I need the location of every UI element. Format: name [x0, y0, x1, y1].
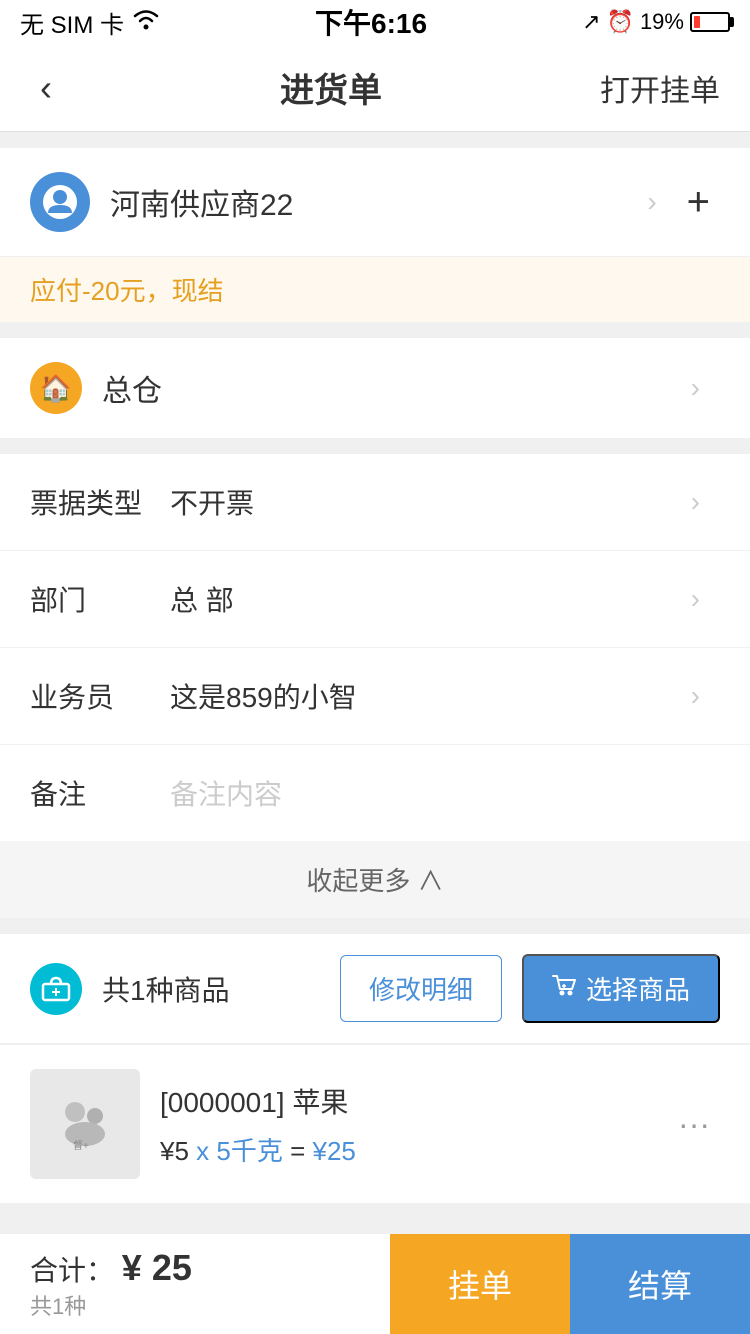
notice-bar: 应付-20元，现结 — [0, 257, 750, 322]
status-left: 无 SIM 卡 — [20, 5, 160, 40]
supplier-row[interactable]: 河南供应商22 › + — [0, 148, 750, 257]
carrier-text: 无 SIM 卡 — [20, 5, 124, 40]
total-label: 合计： — [30, 1255, 114, 1286]
salesperson-value: 这是859的小智 — [150, 676, 691, 716]
supplier-avatar — [30, 172, 90, 232]
product-count: 共1种商品 — [102, 969, 320, 1009]
battery-percent: 19% — [640, 9, 684, 35]
checkout-button[interactable]: 结算 — [570, 1234, 750, 1334]
salesperson-label: 业务员 — [30, 676, 150, 716]
supplier-name: 河南供应商22 — [110, 180, 647, 224]
invoice-type-row[interactable]: 票据类型 不开票 › — [0, 454, 750, 551]
page-content: 河南供应商22 › + 应付-20元，现结 🏠 总仓 › 票据类型 不开票 › … — [0, 132, 750, 1303]
location-icon: ↗ — [582, 9, 600, 35]
product-info: [0000001] 苹果 ¥5 x 5千克 = ¥25 — [160, 1081, 648, 1168]
equals-text: = — [290, 1136, 312, 1166]
department-row[interactable]: 部门 总 部 › — [0, 551, 750, 648]
add-button[interactable]: + — [677, 180, 720, 225]
invoice-type-chevron-icon: › — [691, 486, 700, 518]
total-count: 共1种 — [30, 1289, 360, 1321]
warehouse-icon: 🏠 — [30, 362, 82, 414]
department-value: 总 部 — [150, 579, 691, 619]
back-button[interactable]: ‹ — [30, 57, 62, 119]
gap-3 — [0, 438, 750, 454]
invoice-type-label: 票据类型 — [30, 482, 150, 522]
department-chevron-icon: › — [691, 583, 700, 615]
total-section: 合计： ¥ 25 共1种 — [0, 1247, 390, 1321]
page-title: 进货单 — [280, 63, 382, 112]
select-product-label: 选择商品 — [586, 970, 690, 1007]
invoice-type-value: 不开票 — [150, 482, 691, 522]
remark-label: 备注 — [30, 773, 150, 813]
supplier-chevron-icon: › — [647, 186, 656, 218]
status-time: 下午6:16 — [315, 2, 427, 42]
status-bar: 无 SIM 卡 下午6:16 ↗ ⏰ 19% — [0, 0, 750, 44]
warehouse-name: 总仓 — [102, 366, 691, 410]
warehouse-card[interactable]: 🏠 总仓 › — [0, 338, 750, 438]
svg-text:督+: 督+ — [73, 1139, 89, 1152]
select-product-button[interactable]: 选择商品 — [522, 954, 720, 1023]
total-amount: ¥ 25 — [122, 1247, 192, 1288]
product-name-text: 苹果 — [292, 1087, 348, 1118]
product-price: ¥5 x 5千克 = ¥25 — [160, 1131, 648, 1168]
product-code: [0000001] — [160, 1087, 285, 1118]
alarm-icon: ⏰ — [607, 9, 634, 35]
product-item: 督+ [0000001] 苹果 ¥5 x 5千克 = ¥25 ··· — [0, 1045, 750, 1203]
product-name: [0000001] 苹果 — [160, 1081, 648, 1121]
salesperson-row[interactable]: 业务员 这是859的小智 › — [0, 648, 750, 745]
cart-icon — [552, 973, 578, 1004]
department-label: 部门 — [30, 579, 150, 619]
total-text: ¥25 — [313, 1136, 356, 1166]
hang-button[interactable]: 挂单 — [390, 1234, 570, 1334]
gap-2 — [0, 322, 750, 338]
remark-input[interactable]: 备注内容 — [150, 773, 720, 813]
avatar-icon — [43, 185, 77, 219]
warehouse-row[interactable]: 🏠 总仓 › — [0, 338, 750, 438]
nav-bar: ‹ 进货单 打开挂单 — [0, 44, 750, 132]
warehouse-chevron-icon: › — [691, 372, 700, 404]
salesperson-chevron-icon: › — [691, 680, 700, 712]
product-icon — [30, 963, 82, 1015]
bottom-bar: 合计： ¥ 25 共1种 挂单 结算 — [0, 1234, 750, 1334]
product-thumbnail: 督+ — [30, 1069, 140, 1179]
price-value: ¥5 — [160, 1136, 189, 1166]
status-right: ↗ ⏰ 19% — [582, 9, 730, 35]
edit-detail-button[interactable]: 修改明细 — [340, 955, 502, 1022]
fields-card: 票据类型 不开票 › 部门 总 部 › 业务员 这是859的小智 › 备注 备注… — [0, 454, 750, 841]
product-more-button[interactable]: ··· — [668, 1096, 720, 1153]
notice-text: 应付-20元，现结 — [30, 276, 224, 306]
collapse-button[interactable]: 收起更多 ∧ — [0, 841, 750, 918]
remark-row[interactable]: 备注 备注内容 — [0, 745, 750, 841]
total-row: 合计： ¥ 25 — [30, 1247, 360, 1289]
supplier-card: 河南供应商22 › + 应付-20元，现结 — [0, 148, 750, 322]
multiply-text: x 5千克 — [196, 1136, 283, 1166]
gap-1 — [0, 132, 750, 148]
wifi-icon — [132, 8, 160, 37]
product-header: 共1种商品 修改明细 选择商品 — [0, 934, 750, 1043]
battery-icon — [690, 12, 730, 32]
open-hang-button[interactable]: 打开挂单 — [600, 66, 720, 110]
